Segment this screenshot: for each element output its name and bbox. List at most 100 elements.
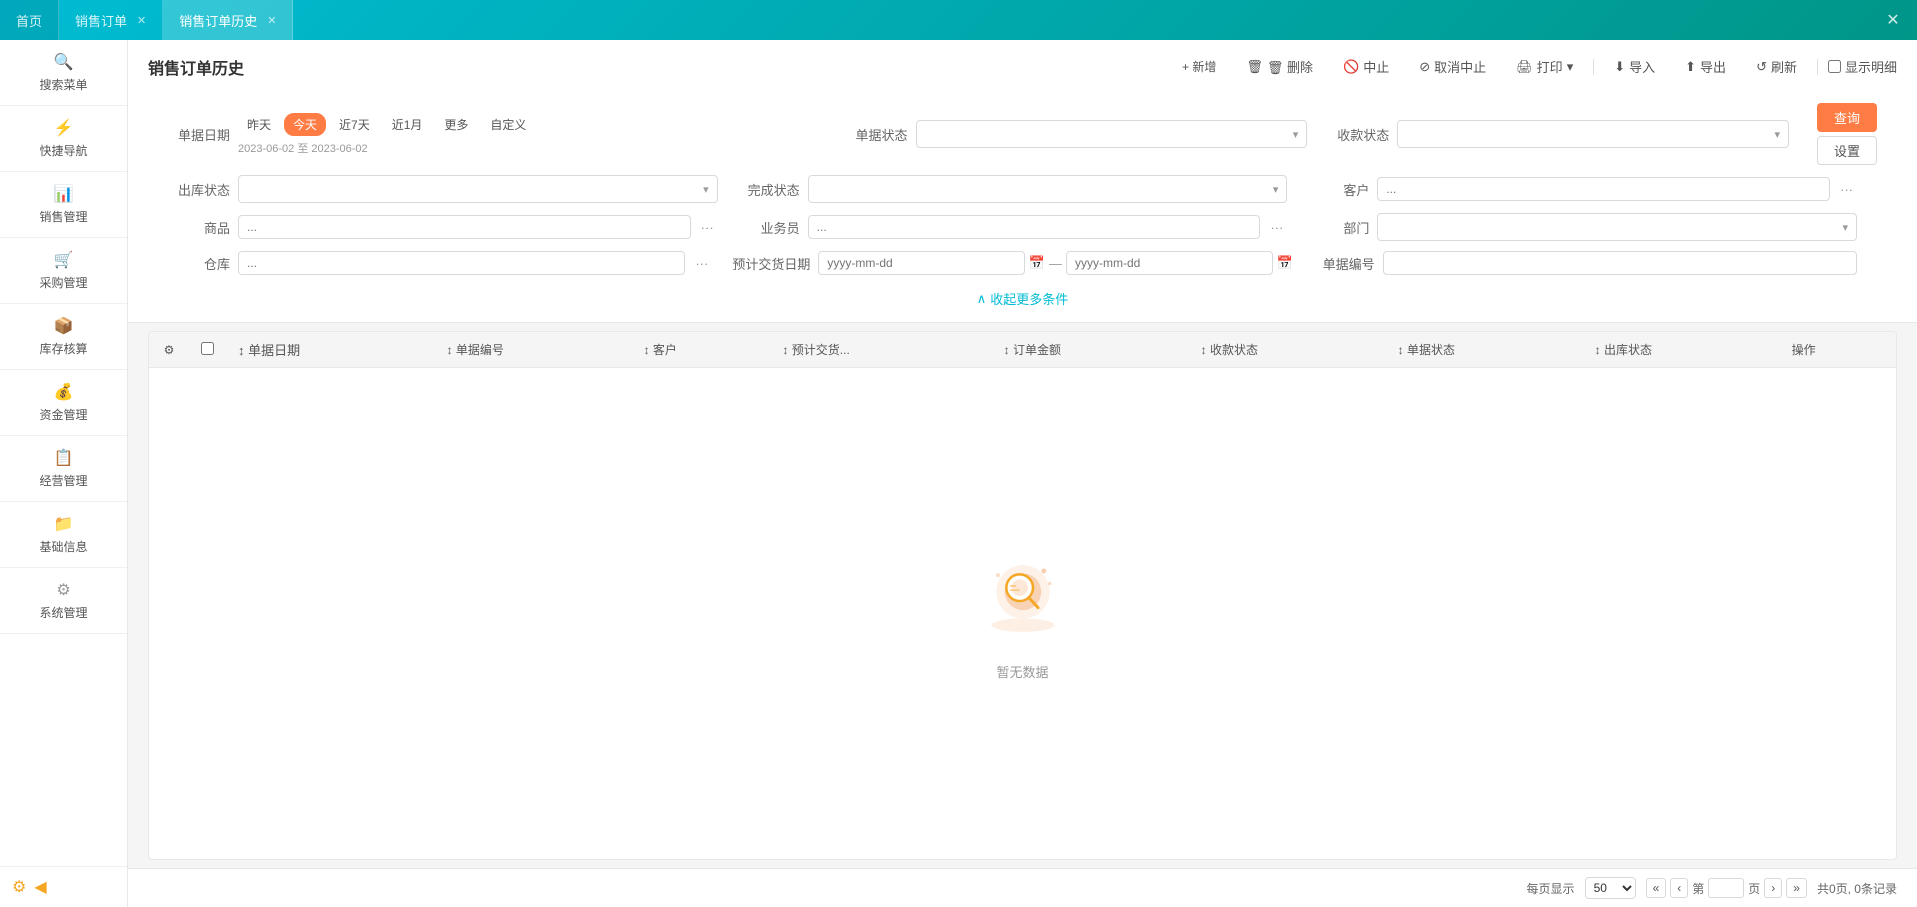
date-tab-today[interactable]: 今天 — [284, 113, 326, 136]
receipt-status-select[interactable]: ▾ — [1397, 120, 1789, 148]
date-field: 昨天 今天 近7天 近1月 更多 自定义 2023-06-02 至 2023-0… — [238, 113, 846, 156]
cancel-stop-button[interactable]: ⊘ 取消中止 — [1409, 52, 1496, 81]
display-detail-checkbox[interactable] — [1828, 60, 1841, 73]
page-number-input[interactable]: 1 — [1708, 878, 1744, 898]
delivery-status-field: ▾ — [238, 175, 738, 203]
bill-status-select[interactable]: ▾ — [916, 120, 1308, 148]
delivery-date-from-input[interactable] — [818, 251, 1024, 275]
delivery-status-chevron: ▾ — [703, 183, 709, 196]
table-container: ⚙ ↕ 单据日期 ↕ 单据编号 ↕ 客户 ↕ 预计交货... ↕ 订单金额 ↕ … — [148, 331, 1897, 860]
sidebar-item-sales-mgmt[interactable]: 📊 销售管理 — [0, 172, 127, 238]
new-button[interactable]: + 新增 — [1172, 53, 1226, 80]
date-tab-7days[interactable]: 近7天 — [330, 113, 379, 136]
col-date[interactable]: ↕ 单据日期 — [226, 332, 435, 368]
receipt-status-field: ▾ — [1397, 120, 1809, 148]
completion-status-select[interactable]: ▾ — [808, 175, 1288, 203]
tab-home[interactable]: 首页 — [0, 0, 59, 40]
select-all-checkbox[interactable] — [201, 342, 214, 355]
goods-dots[interactable]: ··· — [697, 220, 718, 235]
col-receipt-status[interactable]: ↕ 收款状态 — [1189, 332, 1386, 368]
sidebar-item-system-mgmt[interactable]: ⚙ 系统管理 — [0, 568, 127, 634]
date-tab-yesterday[interactable]: 昨天 — [238, 113, 280, 136]
query-button[interactable]: 查询 — [1817, 103, 1877, 132]
export-button[interactable]: ⬆ 导出 — [1675, 52, 1736, 81]
import-icon: ⬇ — [1614, 59, 1625, 75]
warehouse-dots[interactable]: ··· — [691, 256, 712, 271]
sidebar-item-operations[interactable]: 📋 经营管理 — [0, 436, 127, 502]
stop-button[interactable]: 🚫 中止 — [1333, 52, 1399, 81]
next-page-button[interactable]: › — [1764, 878, 1782, 898]
stop-label: 中止 — [1363, 57, 1389, 76]
refresh-label: 刷新 — [1771, 57, 1797, 76]
col-delivery-date[interactable]: ↕ 预计交货... — [770, 332, 991, 368]
date-calendar-icon-from[interactable]: 📅 — [1029, 255, 1045, 271]
export-label: 导出 — [1700, 57, 1726, 76]
col-checkbox — [189, 332, 226, 368]
customer-label: 客户 — [1307, 180, 1377, 199]
sidebar-item-finance[interactable]: 💰 资金管理 — [0, 370, 127, 436]
customer-dots[interactable]: ··· — [1836, 182, 1857, 197]
sidebar-settings-icon[interactable]: ⚙ — [12, 877, 26, 897]
settings-button[interactable]: 设置 — [1817, 136, 1877, 165]
import-button[interactable]: ⬇ 导入 — [1604, 52, 1665, 81]
col-number[interactable]: ↕ 单据编号 — [435, 332, 632, 368]
sidebar-item-quick-nav[interactable]: ⚡ 快捷导航 — [0, 106, 127, 172]
completion-status-field: ▾ — [808, 175, 1308, 203]
bill-number-input[interactable] — [1383, 251, 1857, 275]
department-select[interactable]: ▾ — [1377, 213, 1857, 241]
finance-icon: 💰 — [54, 382, 74, 402]
col-delivery-status[interactable]: ↕ 出库状态 — [1583, 332, 1780, 368]
toolbar: + 新增 🗑 🗑 删除 🚫 中止 ⊘ 取消中止 🖨 — [1172, 52, 1897, 81]
sidebar-item-basic-info[interactable]: 📁 基础信息 — [0, 502, 127, 568]
delivery-date-field: 📅 — 📅 — [818, 251, 1312, 275]
salesperson-field: ··· — [808, 215, 1308, 239]
col-amount[interactable]: ↕ 订单金额 — [992, 332, 1189, 368]
display-detail-text: 显示明细 — [1845, 57, 1897, 76]
sidebar-item-inventory[interactable]: 📦 库存核算 — [0, 304, 127, 370]
filter-area: 单据日期 昨天 今天 近7天 近1月 更多 自定义 2023-06-02 至 2… — [148, 93, 1897, 322]
filter-row-1: 单据日期 昨天 今天 近7天 近1月 更多 自定义 2023-06-02 至 2… — [168, 103, 1877, 165]
sales-order-tab-close[interactable]: ✕ — [137, 14, 146, 27]
print-button[interactable]: 🖨 打印 ▾ — [1506, 52, 1583, 81]
sidebar-search[interactable]: 🔍 搜索菜单 — [0, 40, 127, 106]
customer-input[interactable] — [1377, 177, 1830, 201]
salesperson-dots[interactable]: ··· — [1266, 220, 1287, 235]
date-calendar-icon-to[interactable]: 📅 — [1277, 255, 1293, 271]
sales-order-history-tab-close[interactable]: ✕ — [267, 14, 276, 27]
col-settings[interactable]: ⚙ — [149, 332, 189, 368]
empty-state-icon — [973, 546, 1073, 646]
collapse-label: 收起更多条件 — [990, 289, 1068, 308]
tab-sales-order[interactable]: 销售订单 ✕ — [59, 0, 163, 40]
prev-page-button[interactable]: ‹ — [1670, 878, 1688, 898]
refresh-button[interactable]: ↺ 刷新 — [1746, 52, 1807, 81]
system-mgmt-icon: ⚙ — [56, 580, 70, 600]
first-page-button[interactable]: « — [1646, 878, 1667, 898]
window-close-button[interactable]: ✕ — [1881, 8, 1905, 32]
warehouse-input[interactable] — [238, 251, 685, 275]
date-tab-1month[interactable]: 近1月 — [383, 113, 432, 136]
delete-button[interactable]: 🗑 🗑 删除 — [1236, 52, 1323, 81]
delivery-status-select[interactable]: ▾ — [238, 175, 718, 203]
page-label: 页 — [1748, 880, 1760, 897]
sidebar-bottom: ⚙ ◀ — [0, 866, 127, 907]
data-table: ⚙ ↕ 单据日期 ↕ 单据编号 ↕ 客户 ↕ 预计交货... ↕ 订单金额 ↕ … — [149, 332, 1896, 368]
per-page-select[interactable]: 10 20 50 100 — [1585, 877, 1636, 899]
tab-sales-order-history[interactable]: 销售订单历史 ✕ — [163, 0, 293, 40]
quick-nav-icon: ⚡ — [54, 118, 74, 138]
date-tab-more[interactable]: 更多 — [435, 113, 477, 136]
last-page-button[interactable]: » — [1786, 878, 1807, 898]
search-icon: 🔍 — [54, 52, 74, 72]
date-tab-custom[interactable]: 自定义 — [481, 113, 535, 136]
sidebar-item-purchase-mgmt[interactable]: 🛒 采购管理 — [0, 238, 127, 304]
date-label: 单据日期 — [168, 125, 238, 144]
collapse-icon: ∧ — [977, 291, 987, 307]
col-customer[interactable]: ↕ 客户 — [632, 332, 771, 368]
collapse-row[interactable]: ∧ 收起更多条件 — [168, 285, 1877, 312]
delete-icon: 🗑 — [1246, 59, 1263, 75]
salesperson-input[interactable] — [808, 215, 1261, 239]
delivery-date-to-input[interactable] — [1066, 251, 1272, 275]
sidebar-collapse-icon[interactable]: ◀ — [34, 877, 46, 897]
col-bill-status[interactable]: ↕ 单据状态 — [1386, 332, 1583, 368]
sidebar-search-label: 搜索菜单 — [39, 76, 87, 93]
goods-input[interactable] — [238, 215, 691, 239]
